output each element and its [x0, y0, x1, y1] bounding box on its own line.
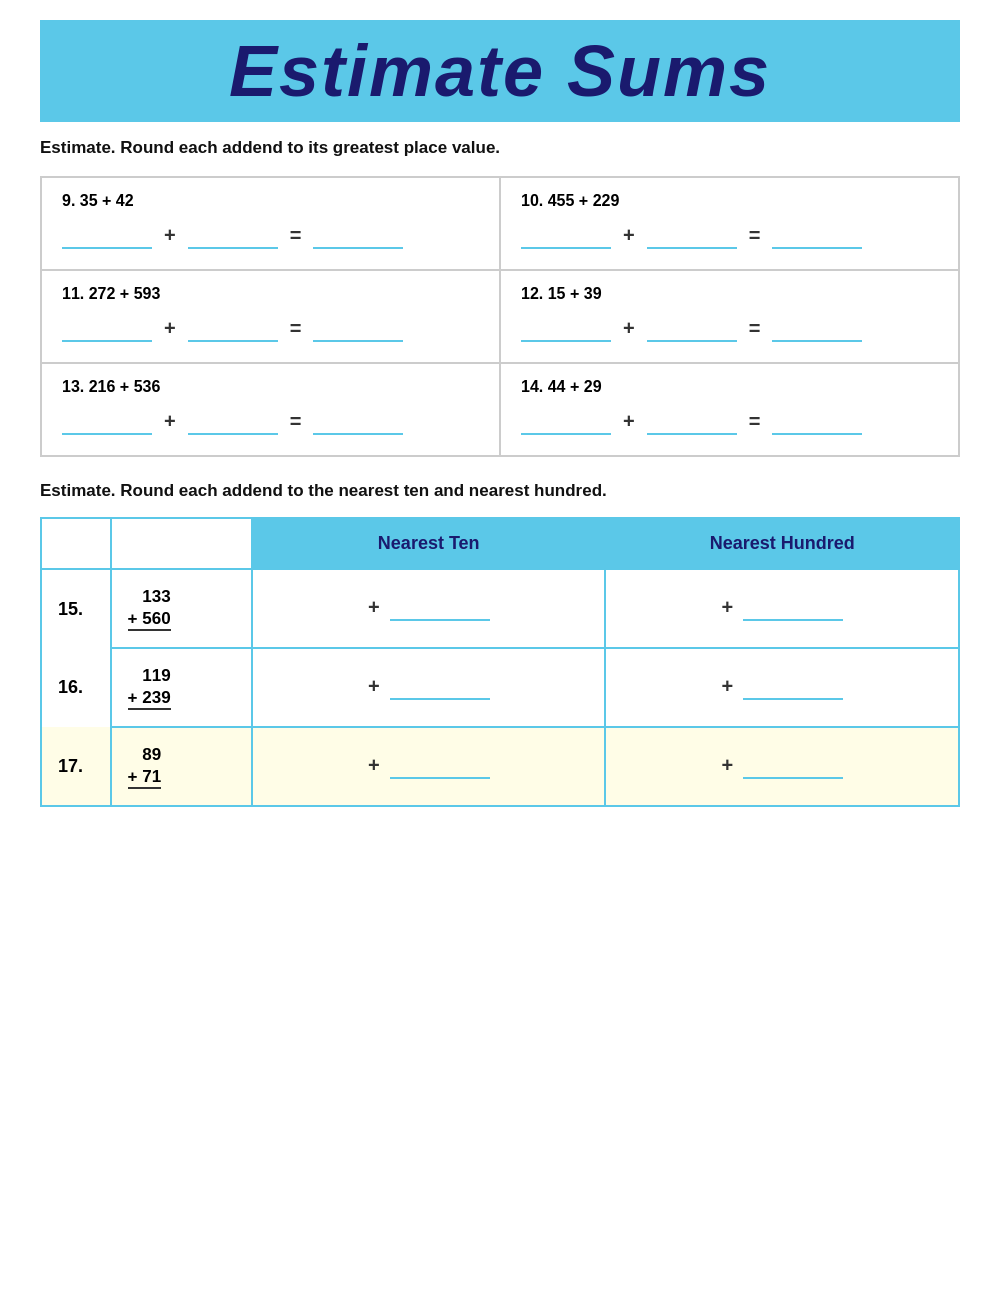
ans-17-ten[interactable]	[390, 759, 490, 779]
blank-9-1[interactable]	[62, 227, 152, 249]
section1-instruction: Estimate. Round each addend to its great…	[40, 138, 960, 158]
empty-header	[41, 518, 111, 569]
row-15-addends: 133 + 560	[111, 569, 252, 648]
blank-10-3[interactable]	[772, 227, 862, 249]
problem-13: 13. 216 + 536 + =	[41, 363, 500, 456]
ans-16-ten[interactable]	[390, 680, 490, 700]
problem-9: 9. 35 + 42 + =	[41, 177, 500, 270]
nearest-ten-header: Nearest Ten	[252, 518, 606, 569]
blank-9-3[interactable]	[313, 227, 403, 249]
blank-14-2[interactable]	[647, 413, 737, 435]
section2-instruction: Estimate. Round each addend to the neare…	[40, 481, 960, 501]
ans-15-hundred[interactable]	[743, 601, 843, 621]
table-row-17: 17. 89 + 71 + +	[41, 727, 959, 806]
blank-10-2[interactable]	[647, 227, 737, 249]
ans-15-ten[interactable]	[390, 601, 490, 621]
table-row-16: 16. 119 + 239 + +	[41, 648, 959, 727]
problems-grid: 9. 35 + 42 + = 10. 455 + 229 + = 11. 272…	[40, 176, 960, 457]
ans-17-hundred[interactable]	[743, 759, 843, 779]
row-16-addends: 119 + 239	[111, 648, 252, 727]
row-16-label: 16.	[41, 648, 111, 727]
problem-14: 14. 44 + 29 + =	[500, 363, 959, 456]
estimate-table: Nearest Ten Nearest Hundred 15. 133 + 56…	[40, 517, 960, 807]
blank-12-2[interactable]	[647, 320, 737, 342]
row-17-label: 17.	[41, 727, 111, 806]
blank-14-1[interactable]	[521, 413, 611, 435]
problem-10: 10. 455 + 229 + =	[500, 177, 959, 270]
blank-13-1[interactable]	[62, 413, 152, 435]
title-bar: Estimate Sums	[40, 20, 960, 122]
row-16-nearest-hundred[interactable]: +	[605, 648, 959, 727]
row-17-nearest-ten[interactable]: +	[252, 727, 606, 806]
blank-11-3[interactable]	[313, 320, 403, 342]
blank-12-3[interactable]	[772, 320, 862, 342]
blank-12-1[interactable]	[521, 320, 611, 342]
row-17-addends: 89 + 71	[111, 727, 252, 806]
row-15-nearest-hundred[interactable]: +	[605, 569, 959, 648]
row-16-nearest-ten[interactable]: +	[252, 648, 606, 727]
ans-16-hundred[interactable]	[743, 680, 843, 700]
row-15-nearest-ten[interactable]: +	[252, 569, 606, 648]
blank-11-1[interactable]	[62, 320, 152, 342]
blank-9-2[interactable]	[188, 227, 278, 249]
nearest-hundred-header: Nearest Hundred	[605, 518, 959, 569]
row-17-nearest-hundred[interactable]: +	[605, 727, 959, 806]
row-15-label: 15.	[41, 569, 111, 648]
empty-header2	[111, 518, 252, 569]
blank-13-2[interactable]	[188, 413, 278, 435]
blank-10-1[interactable]	[521, 227, 611, 249]
table-row-15: 15. 133 + 560 + +	[41, 569, 959, 648]
problem-11: 11. 272 + 593 + =	[41, 270, 500, 363]
blank-11-2[interactable]	[188, 320, 278, 342]
blank-13-3[interactable]	[313, 413, 403, 435]
problem-12: 12. 15 + 39 + =	[500, 270, 959, 363]
page-title: Estimate Sums	[60, 30, 940, 112]
blank-14-3[interactable]	[772, 413, 862, 435]
